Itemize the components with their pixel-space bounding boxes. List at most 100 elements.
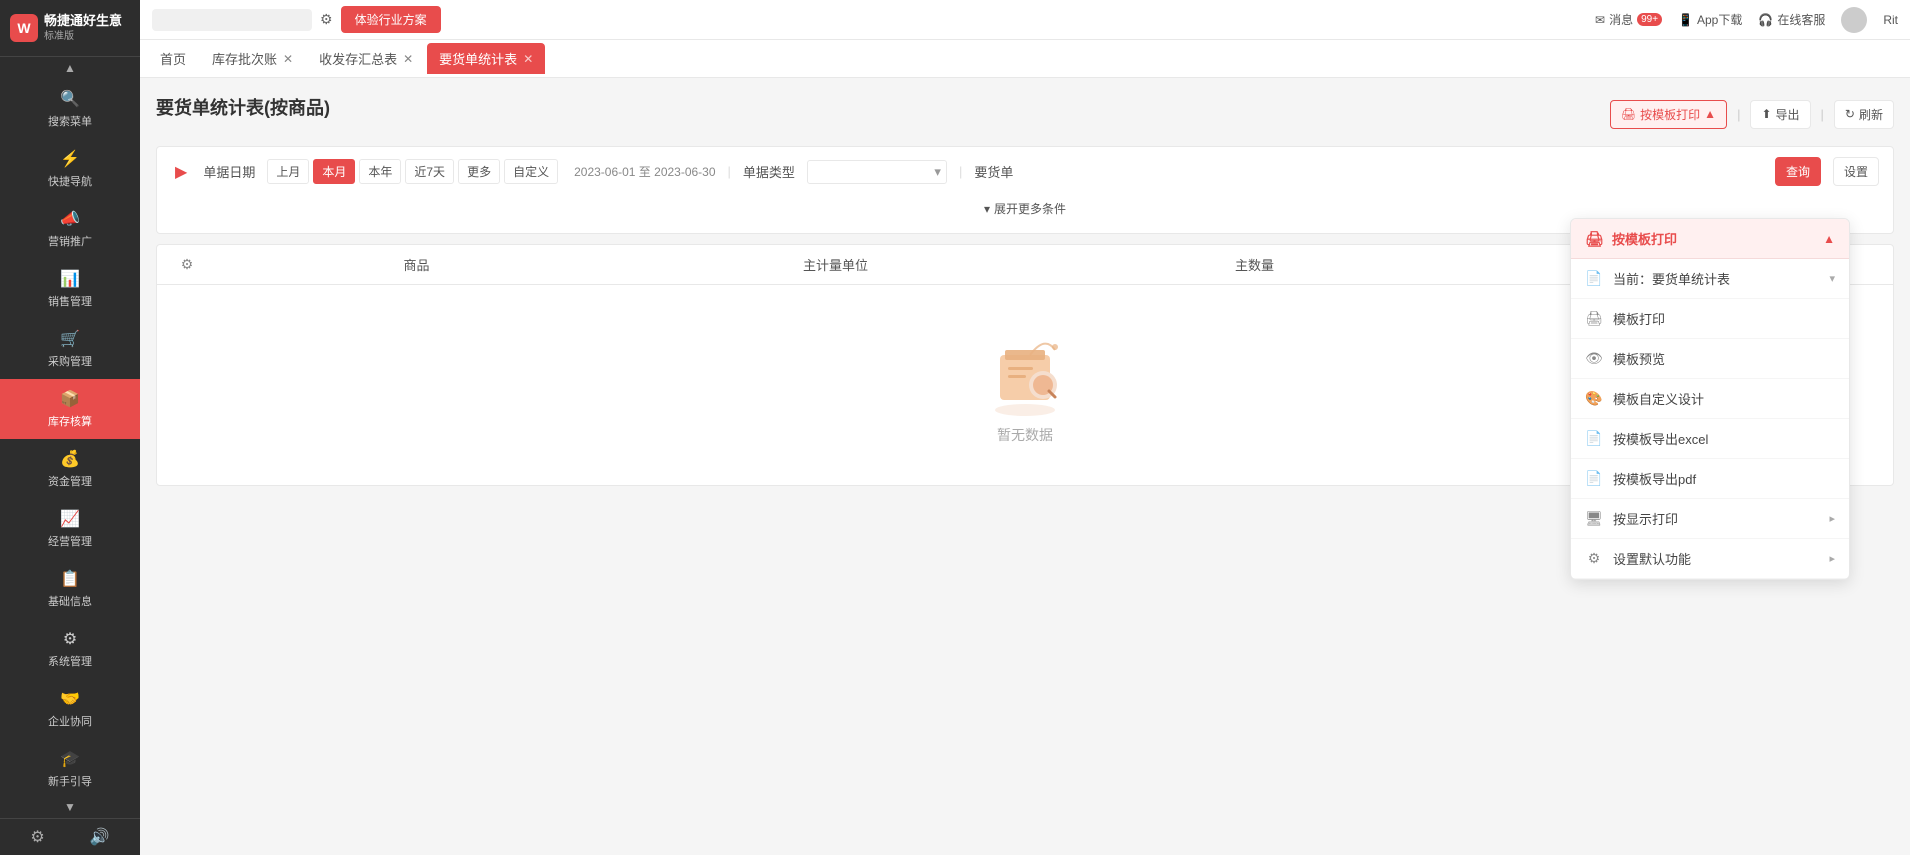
toolbar-divider-1: | [1737, 107, 1740, 122]
col-qty: 主数量 [1045, 255, 1464, 274]
empty-text: 暂无数据 [997, 425, 1053, 445]
order-type-label: 单据类型 [743, 162, 795, 181]
dropdown-display-chevron: ▸ [1829, 512, 1835, 525]
dropdown-item-template-preview[interactable]: 👁 模板预览 [1571, 339, 1849, 379]
messages-item[interactable]: ✉ 消息 99+ [1595, 11, 1662, 28]
expand-more-btn[interactable]: ▾ 展开更多条件 [970, 194, 1080, 223]
trial-btn[interactable]: 体验行业方案 [341, 6, 441, 33]
sales-icon: 📊 [60, 269, 80, 289]
date-range: 2023-06-01 至 2023-06-30 [574, 163, 715, 180]
expand-more-label: 展开更多条件 [994, 200, 1066, 217]
export-btn[interactable]: ⬆ 导出 [1750, 100, 1810, 129]
sidebar-item-purchase[interactable]: 🛒采购管理 [0, 319, 140, 379]
tab-close-inventory-batch[interactable]: ✕ [283, 52, 293, 66]
date-btn-0[interactable]: 上月 [267, 159, 309, 184]
sidebar-item-marketing[interactable]: 📣营销推广 [0, 199, 140, 259]
basic-icon: 📋 [60, 569, 80, 589]
dropdown-item-excel-icon: 📄 [1585, 430, 1603, 447]
sidebar-item-collab[interactable]: 🤝企业协同 [0, 679, 140, 739]
dropdown-current-label: 当前：要货单统计表 [1613, 269, 1730, 288]
sidebar-item-sales[interactable]: 📊销售管理 [0, 259, 140, 319]
dropdown-printer-icon: 🖨 [1585, 230, 1604, 248]
date-btn-1[interactable]: 本月 [313, 159, 355, 184]
sidebar-item-system[interactable]: ⚙系统管理 [0, 619, 140, 679]
date-filter-label: 单据日期 [203, 162, 255, 181]
dropdown-current-left: 📄 当前：要货单统计表 [1585, 269, 1730, 288]
content-area: 要货单统计表(按商品) 🖨 按模板打印 ▲ | ⬆ 导出 | ↻ 刷新 [140, 78, 1910, 855]
settings-bottom-btn[interactable]: ⚙ [30, 827, 44, 847]
dropdown-item-template-print[interactable]: 🖨 模板打印 [1571, 299, 1849, 339]
topbar-right: ✉ 消息 99+ 📱 App下载 🎧 在线客服 Rit [1595, 7, 1898, 33]
tab-close-receipt-summary[interactable]: ✕ [403, 52, 413, 66]
dropdown-section-display-left: 🖥 按显示打印 [1585, 509, 1678, 528]
print-template-btn[interactable]: 🖨 按模板打印 ▲ [1610, 100, 1727, 129]
app-download-item[interactable]: 📱 App下载 [1678, 11, 1742, 28]
tab-label-inventory-batch: 库存批次账 [212, 49, 277, 68]
topbar-search-input[interactable] [152, 9, 312, 31]
tab-close-order-stats[interactable]: ✕ [523, 52, 533, 66]
sound-btn[interactable]: 🔊 [90, 827, 110, 847]
dropdown-section-default-fn[interactable]: ⚙ 设置默认功能 ▸ [1571, 539, 1849, 579]
sidebar-nav: 🔍搜索菜单⚡快捷导航📣营销推广📊销售管理🛒采购管理📦库存核算💰资金管理📈经营管理… [0, 79, 140, 796]
dropdown-close-chevron[interactable]: ▲ [1823, 232, 1835, 246]
chevron-down-icon: ▾ [984, 202, 990, 216]
user-avatar[interactable] [1841, 7, 1867, 33]
settings-btn[interactable]: 设置 [1833, 157, 1879, 186]
chevron-up-icon: ▲ [1704, 107, 1716, 121]
dropdown-default-chevron: ▸ [1829, 552, 1835, 565]
sidebar-scroll-up[interactable]: ▲ [0, 57, 140, 79]
sidebar-scroll-down[interactable]: ▼ [0, 796, 140, 818]
topbar-gear-icon[interactable]: ⚙ [320, 11, 333, 28]
dropdown-item-export-pdf[interactable]: 📄 按模板导出pdf [1571, 459, 1849, 499]
sidebar-item-search[interactable]: 🔍搜索菜单 [0, 79, 140, 139]
messages-badge: 99+ [1637, 13, 1662, 26]
dropdown-item-preview-label: 模板预览 [1613, 349, 1835, 368]
sidebar-item-shortcut[interactable]: ⚡快捷导航 [0, 139, 140, 199]
print-template-label: 按模板打印 [1640, 106, 1700, 123]
date-btn-2[interactable]: 本年 [359, 159, 401, 184]
shortcut-icon: ⚡ [60, 149, 80, 169]
sidebar-item-operation[interactable]: 📈经营管理 [0, 499, 140, 559]
dropdown-item-pdf-icon: 📄 [1585, 470, 1603, 487]
dropdown-current-template[interactable]: 📄 当前：要货单统计表 ▾ [1571, 259, 1849, 299]
dropdown-menu: 🖨 按模板打印 ▲ 📄 当前：要货单统计表 ▾ 🖨 模板打印 👁 模板预览 [1570, 218, 1850, 580]
logo-icon: W [10, 14, 38, 42]
dropdown-item-pdf-label: 按模板导出pdf [1613, 469, 1835, 488]
expand-toggle-btn[interactable]: ▶ [171, 162, 191, 182]
query-btn[interactable]: 查询 [1775, 157, 1821, 186]
date-btn-3[interactable]: 近7天 [405, 159, 454, 184]
sidebar-item-finance[interactable]: 💰资金管理 [0, 439, 140, 499]
refresh-btn[interactable]: ↻ 刷新 [1834, 100, 1894, 129]
tab-home[interactable]: 首页 [148, 43, 198, 74]
content-header: 要货单统计表(按商品) 🖨 按模板打印 ▲ | ⬆ 导出 | ↻ 刷新 [156, 94, 1894, 134]
dropdown-item-print-label: 模板打印 [1613, 309, 1835, 328]
online-service-item[interactable]: 🎧 在线客服 [1758, 11, 1825, 28]
sidebar-item-guide[interactable]: 🎓新手引导 [0, 739, 140, 796]
sidebar-scroll-area: ▲ 🔍搜索菜单⚡快捷导航📣营销推广📊销售管理🛒采购管理📦库存核算💰资金管理📈经营… [0, 57, 140, 818]
dropdown-item-export-excel[interactable]: 📄 按模板导出excel [1571, 419, 1849, 459]
dropdown-section-display-print[interactable]: 🖥 按显示打印 ▸ [1571, 499, 1849, 539]
query-label: 查询 [1786, 163, 1810, 180]
dropdown-item-template-custom[interactable]: 🎨 模板自定义设计 [1571, 379, 1849, 419]
tab-label-home: 首页 [160, 49, 186, 68]
date-btn-5[interactable]: 自定义 [504, 159, 558, 184]
online-service-label: 在线客服 [1777, 11, 1825, 28]
dropdown-item-preview-icon: 👁 [1585, 350, 1603, 367]
user-name: Rit [1883, 13, 1898, 27]
tab-label-order-stats: 要货单统计表 [439, 49, 517, 68]
sidebar-item-basic[interactable]: 📋基础信息 [0, 559, 140, 619]
tab-inventory-batch[interactable]: 库存批次账 ✕ [200, 43, 305, 74]
purchase-icon: 🛒 [60, 329, 80, 349]
dropdown-current-icon: 📄 [1585, 270, 1603, 287]
refresh-label: 刷新 [1859, 106, 1883, 123]
order-type-select[interactable] [807, 160, 947, 184]
tab-receipt-summary[interactable]: 收发存汇总表✕ [307, 43, 425, 74]
table-gear-icon[interactable]: ⚙ [181, 256, 194, 272]
date-btn-4[interactable]: 更多 [458, 159, 500, 184]
settings-label: 设置 [1844, 163, 1868, 180]
tab-order-stats[interactable]: 要货单统计表 ✕ [427, 43, 545, 74]
dropdown-item-custom-icon: 🎨 [1585, 390, 1603, 407]
topbar-left: ⚙ 体验行业方案 [152, 6, 441, 33]
marketing-icon: 📣 [60, 209, 80, 229]
sidebar-item-inventory[interactable]: 📦库存核算 [0, 379, 140, 439]
